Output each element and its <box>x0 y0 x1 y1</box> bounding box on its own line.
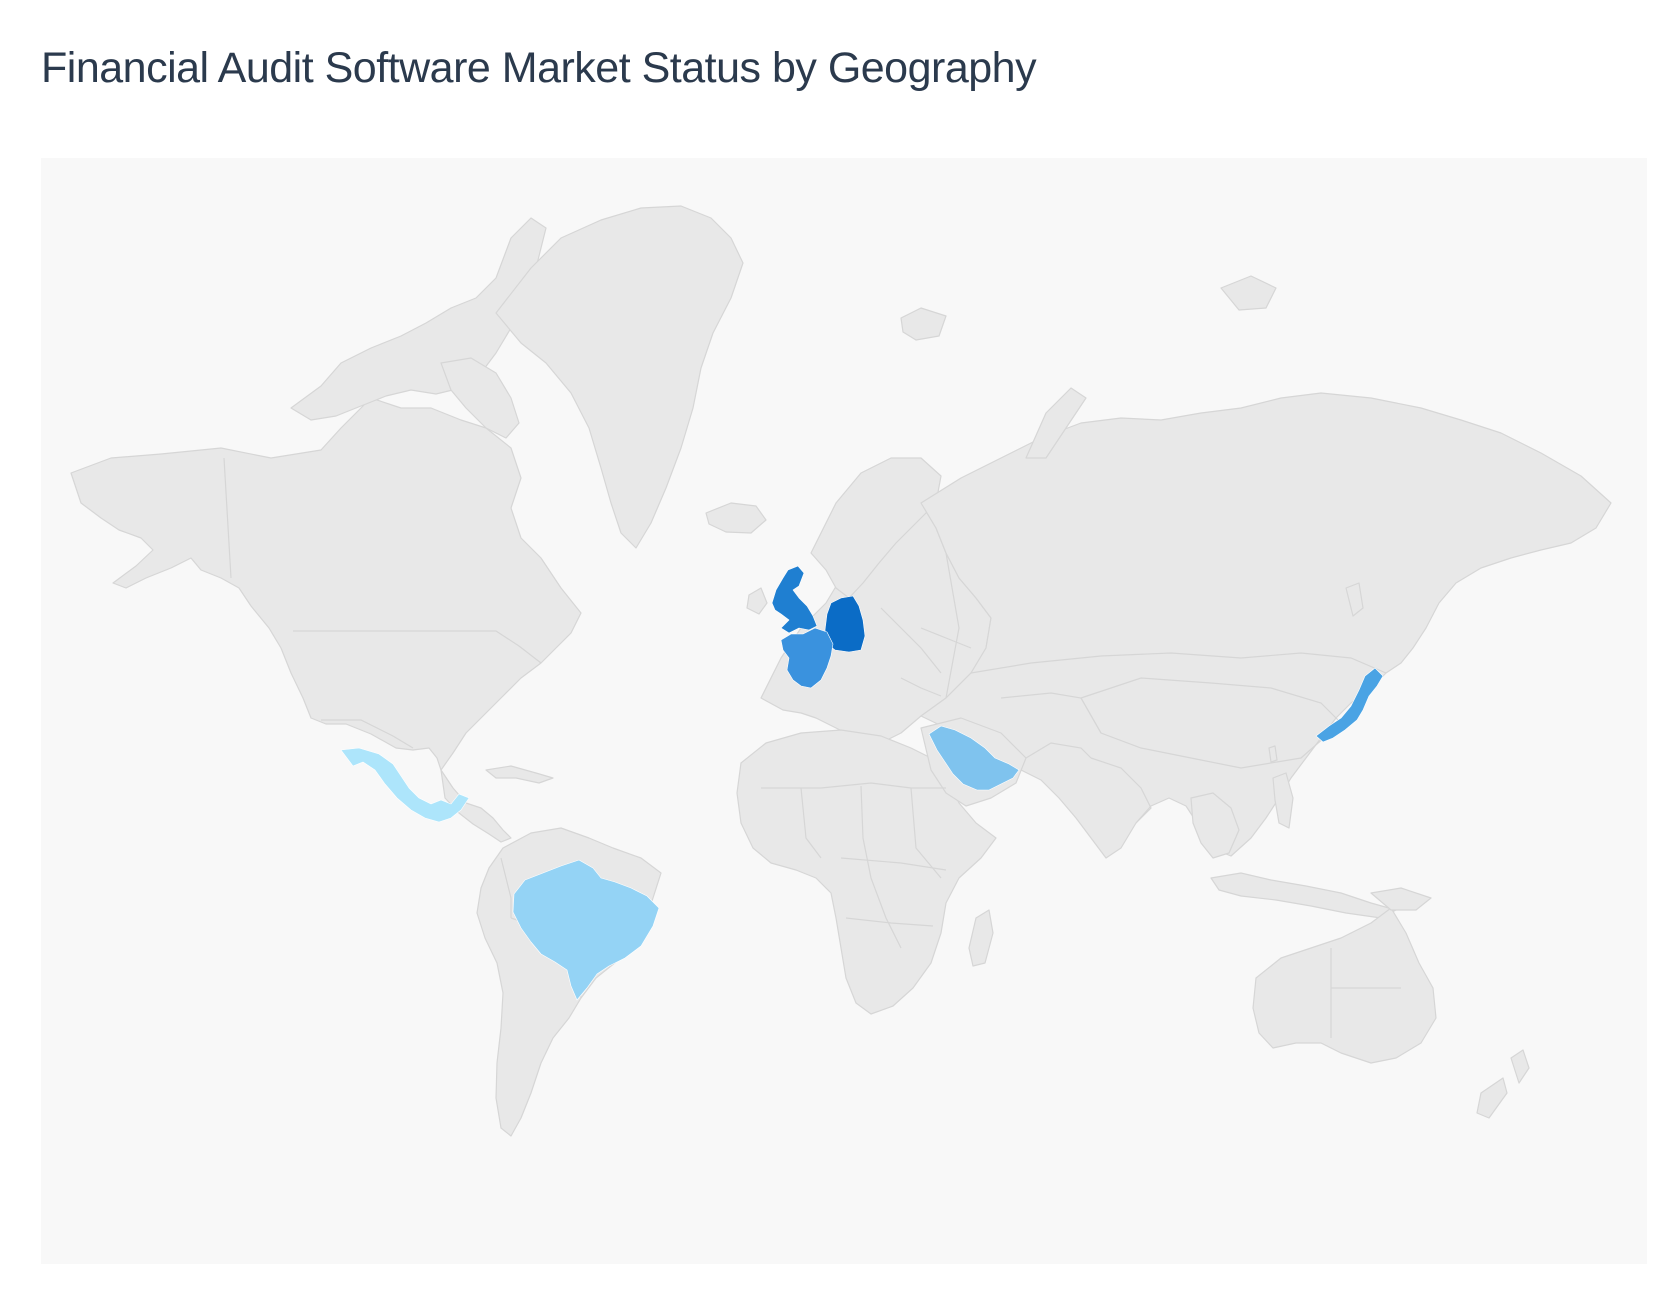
land-severnaya <box>1220 275 1277 311</box>
page: Financial Audit Software Market Status b… <box>0 0 1680 1312</box>
land-indonesia <box>1210 872 1397 919</box>
land-iceland <box>705 502 767 534</box>
world-map <box>70 205 1612 1137</box>
country-united-kingdom[interactable] <box>771 565 818 634</box>
land-svalbard <box>900 307 947 341</box>
land-taiwan <box>1268 745 1278 763</box>
page-title: Financial Audit Software Market Status b… <box>41 44 1037 92</box>
land-new-zealand <box>1510 1049 1530 1084</box>
land-asia <box>920 392 1612 859</box>
land-ireland <box>746 587 768 615</box>
land-new-zealand-south <box>1476 1077 1508 1119</box>
land-madagascar <box>968 909 994 967</box>
land-north-america <box>70 397 582 771</box>
world-map-panel <box>41 158 1647 1264</box>
land-caribbean <box>485 765 554 784</box>
land-philippines <box>1272 772 1294 829</box>
land-australia <box>1252 907 1437 1064</box>
